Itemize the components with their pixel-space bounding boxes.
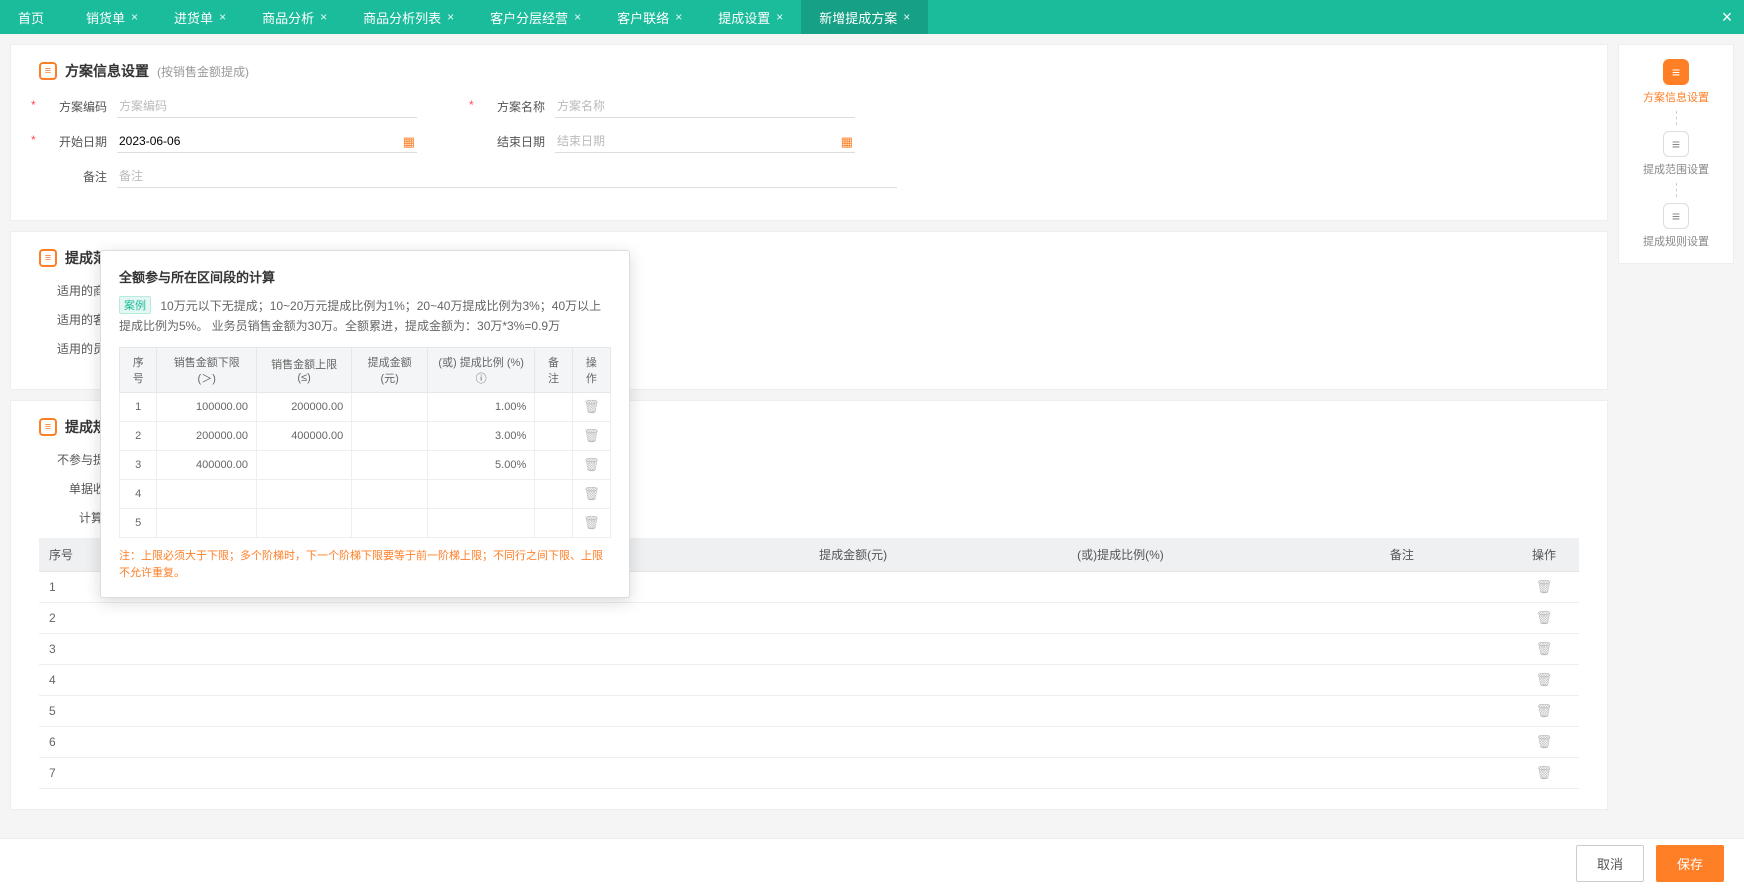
table-row: 1100000.00200000.001.00%🗑 [120,392,611,421]
step-label: 提成规则设置 [1643,233,1709,249]
step-connector [1676,111,1677,125]
tooltip-title: 全额参与所在区间段的计算 [119,267,611,286]
tab-new-commission-plan[interactable]: 新增提成方案× [801,0,928,34]
example-table: 序号 销售金额下限 (＞) 销售金额上限 (≤) 提成金额 (元) (或) 提成… [119,347,611,538]
tab-customer-tier[interactable]: 客户分层经营× [472,0,599,34]
delete-icon[interactable]: 🗑 [583,399,600,414]
save-button[interactable]: 保存 [1656,845,1724,882]
side-step-plan-info[interactable]: ≡ 方案信息设置 [1643,59,1709,105]
calendar-icon[interactable]: ▦ [403,134,415,150]
table-row[interactable]: 2🗑 [39,603,1579,634]
close-icon[interactable]: × [219,10,226,24]
example-tag: 案例 [119,296,151,314]
table-row: 4🗑 [120,479,611,508]
side-step-rules[interactable]: ≡ 提成规则设置 [1643,203,1709,249]
table-row[interactable]: 7🗑 [39,758,1579,789]
panel-icon: ≡ [39,418,57,436]
tab-customer-contact[interactable]: 客户联络× [599,0,700,34]
close-icon[interactable]: × [320,10,327,24]
tab-sales-order[interactable]: 销货单× [68,0,156,34]
col-remark: 备注 [1380,538,1509,572]
footer-bar: 取消 保存 [0,838,1744,888]
step-icon: ≡ [1663,59,1689,85]
panel-subtitle: (按销售金额提成) [157,63,249,80]
delete-icon[interactable]: 🗑 [1536,672,1553,687]
table-row: 2200000.00400000.003.00%🗑 [120,421,611,450]
step-icon: ≡ [1663,203,1689,229]
delete-icon[interactable]: 🗑 [1536,579,1553,594]
label-start-date: 开始日期 [39,133,107,150]
col-op: 操作 [1509,538,1579,572]
delete-icon[interactable]: 🗑 [1536,703,1553,718]
input-end-date[interactable] [555,130,855,153]
close-icon[interactable]: × [776,10,783,24]
delete-icon[interactable]: 🗑 [1536,641,1553,656]
label-remark: 备注 [39,168,107,185]
table-row[interactable]: 5🗑 [39,696,1579,727]
panel-plan-info: ≡ 方案信息设置 (按销售金额提成) 方案编码 方案名称 开始日期 [10,44,1608,221]
tab-bar: 首页 销货单× 进货单× 商品分析× 商品分析列表× 客户分层经营× 客户联络×… [0,0,1744,34]
col-amount: 提成金额(元) [809,538,1067,572]
step-icon: ≡ [1663,131,1689,157]
close-icon[interactable]: × [903,10,910,24]
label-plan-code: 方案编码 [39,98,107,115]
example-text: 10万元以下无提成；10~20万元提成比例为1%；20~40万提成比例为3%；4… [119,299,601,333]
delete-icon[interactable]: 🗑 [583,486,600,501]
input-remark[interactable] [117,165,897,188]
table-row[interactable]: 3🗑 [39,634,1579,665]
col-ratio: (或)提成比例(%) [1067,538,1380,572]
table-row[interactable]: 4🗑 [39,665,1579,696]
label-plan-name: 方案名称 [477,98,545,115]
label-end-date: 结束日期 [477,133,545,150]
step-connector [1676,183,1677,197]
delete-icon[interactable]: 🗑 [583,457,600,472]
tab-purchase-order[interactable]: 进货单× [156,0,244,34]
step-label: 提成范围设置 [1643,161,1709,177]
table-row: 3400000.005.00%🗑 [120,450,611,479]
panel-icon: ≡ [39,249,57,267]
side-step-scope[interactable]: ≡ 提成范围设置 [1643,131,1709,177]
cancel-button[interactable]: 取消 [1576,845,1644,882]
close-icon[interactable]: × [131,10,138,24]
tooltip-note: 注：上限必须大于下限；多个阶梯时，下一个阶梯下限要等于前一阶梯上限；不同行之间下… [119,548,611,583]
table-row[interactable]: 6🗑 [39,727,1579,758]
input-plan-code[interactable] [117,95,417,118]
delete-icon[interactable]: 🗑 [583,515,600,530]
input-start-date[interactable] [117,130,417,153]
delete-icon[interactable]: 🗑 [583,428,600,443]
close-icon[interactable]: × [447,10,454,24]
tabbar-close-icon[interactable]: × [1710,0,1744,34]
panel-title: 方案信息设置 [65,61,149,81]
tab-commission-settings[interactable]: 提成设置× [700,0,801,34]
side-nav: ≡ 方案信息设置 ≡ 提成范围设置 ≡ 提成规则设置 [1618,44,1734,264]
calendar-icon[interactable]: ▦ [841,134,853,150]
table-row: 5🗑 [120,508,611,537]
tab-home[interactable]: 首页 [0,0,68,34]
tab-product-analysis[interactable]: 商品分析× [244,0,345,34]
close-icon[interactable]: × [574,10,581,24]
delete-icon[interactable]: 🗑 [1536,610,1553,625]
step-label: 方案信息设置 [1643,89,1709,105]
tab-product-analysis-list[interactable]: 商品分析列表× [345,0,472,34]
input-plan-name[interactable] [555,95,855,118]
panel-icon: ≡ [39,62,57,80]
calc-rule-tooltip: 全额参与所在区间段的计算 案例 10万元以下无提成；10~20万元提成比例为1%… [100,250,630,598]
close-icon[interactable]: × [675,10,682,24]
delete-icon[interactable]: 🗑 [1536,765,1553,780]
delete-icon[interactable]: 🗑 [1536,734,1553,749]
